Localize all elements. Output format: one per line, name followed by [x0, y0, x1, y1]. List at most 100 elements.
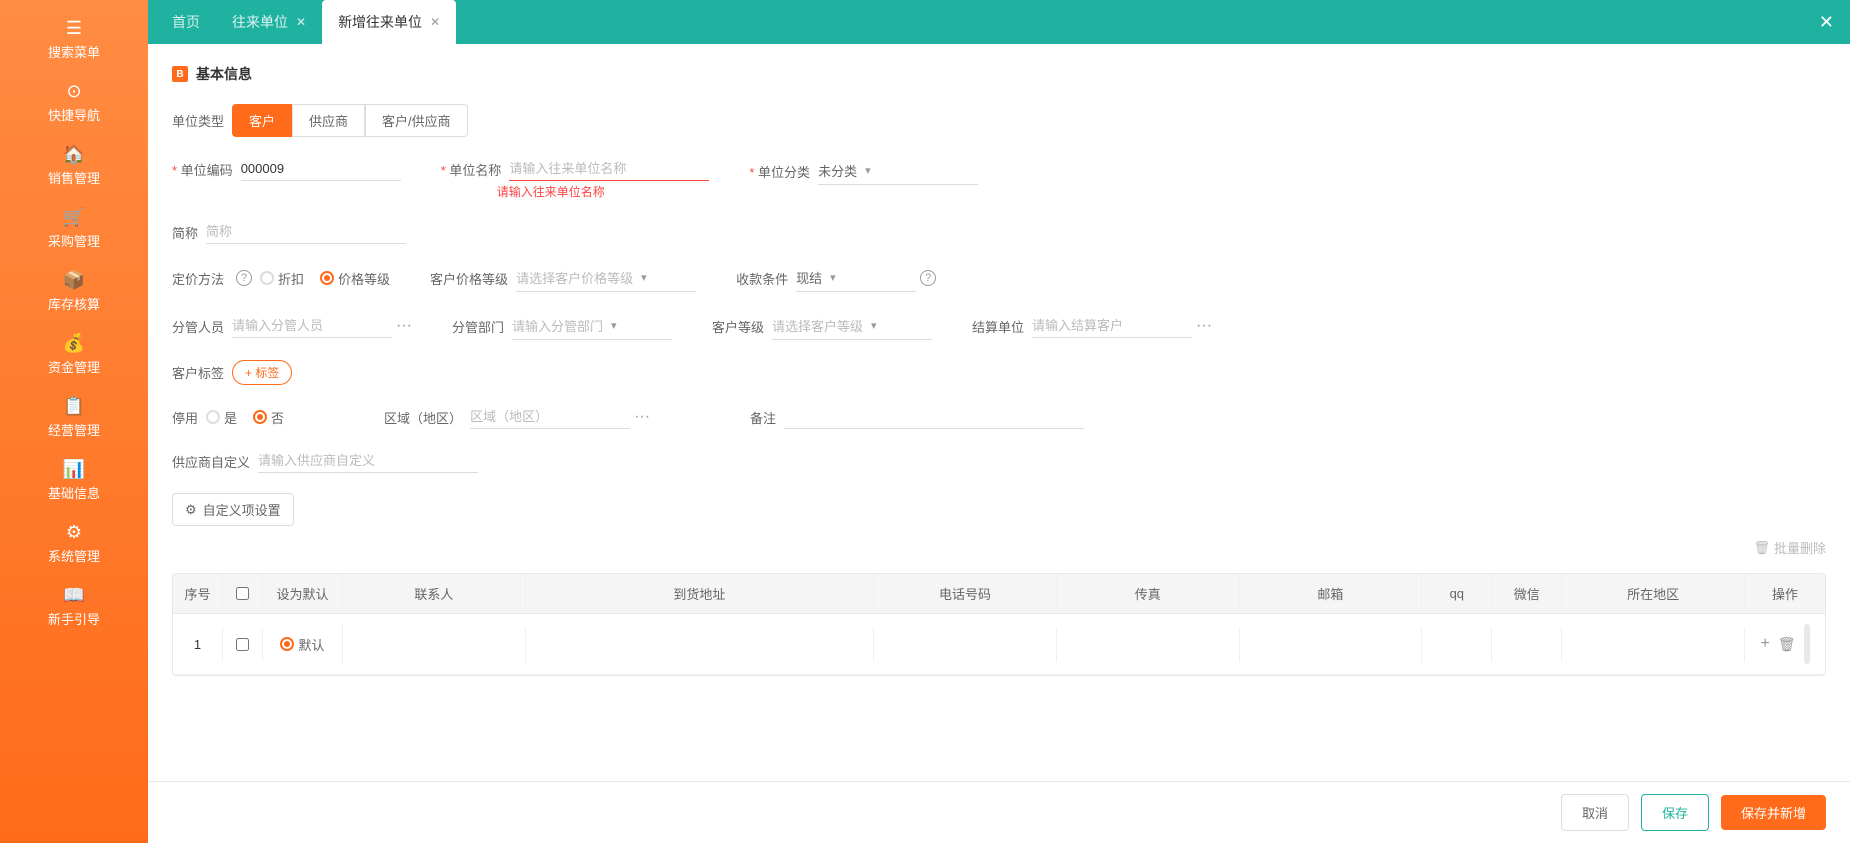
region-group: 区域（地区） ··· [384, 405, 650, 429]
save-button[interactable]: 保存 [1641, 794, 1709, 831]
region-input[interactable] [470, 405, 630, 429]
pricing-radio-level[interactable]: 价格等级 [320, 269, 390, 288]
section-title-basic: B 基本信息 [172, 64, 1826, 84]
payment-terms-select[interactable]: 现结 ▾ [796, 264, 916, 292]
table-row: 1 默认 [173, 614, 1825, 675]
settlement-input[interactable] [1032, 314, 1192, 338]
payment-help-icon[interactable]: ? [920, 270, 936, 286]
tab-home[interactable]: 首页 [156, 0, 216, 44]
short-name-input[interactable] [206, 220, 406, 244]
contacts-table: 序号 设为默认 联系人 到货地址 电话号码 传真 邮箱 qq 微信 所在地区 操… [172, 573, 1826, 676]
row-add-button[interactable]: + [1760, 635, 1769, 653]
col-qq: qq [1422, 574, 1492, 613]
disabled-no[interactable]: 否 [253, 408, 284, 427]
pricing-level-label: 价格等级 [338, 269, 390, 288]
row-qq-input[interactable] [1430, 637, 1483, 652]
remarks-group: 备注 [750, 405, 1084, 429]
tag-row: 客户标签 + 标签 [172, 360, 1826, 385]
add-tag-button[interactable]: + 标签 [232, 360, 292, 385]
unit-btn-supplier[interactable]: 供应商 [292, 104, 365, 137]
sidebar-item-search[interactable]: ☰ 搜索菜单 [0, 8, 148, 71]
unit-code-input[interactable] [241, 157, 401, 181]
sidebar-item-label: 快捷导航 [48, 105, 100, 124]
row-addr-input[interactable] [534, 637, 865, 652]
sidebar-item-operations[interactable]: 📋 经营管理 [0, 386, 148, 449]
customer-price-level-chevron: ▾ [641, 271, 647, 284]
row-select-checkbox[interactable] [236, 638, 249, 651]
unit-name-group: 单位名称 请输入往来单位名称 [441, 157, 710, 200]
batch-delete-container: 🗑 批量删除 [172, 538, 1826, 557]
custom-settings-button[interactable]: ⚙ 自定义项设置 [172, 493, 294, 526]
row-phone-input[interactable] [882, 637, 1048, 652]
sidebar-item-system[interactable]: ⚙ 系统管理 [0, 512, 148, 575]
unit-type-row: 单位类型 客户 供应商 客户/供应商 [172, 104, 1826, 137]
supplier-custom-input[interactable] [258, 449, 478, 473]
sidebar-item-basic-info[interactable]: 📊 基础信息 [0, 449, 148, 512]
disabled-yes[interactable]: 是 [206, 408, 237, 427]
unit-btn-customer[interactable]: 客户 [232, 104, 292, 137]
add-tag-label: + 标签 [245, 364, 279, 381]
section-title-label: 基本信息 [196, 64, 252, 84]
sidebar-item-quick-nav[interactable]: ⊙ 快捷导航 [0, 71, 148, 134]
batch-delete-label[interactable]: 批量删除 [1774, 538, 1826, 557]
manager-more[interactable]: ··· [396, 317, 412, 335]
row-email-input[interactable] [1248, 637, 1414, 652]
sidebar-item-purchase[interactable]: 🛒 采购管理 [0, 197, 148, 260]
unit-btn-both[interactable]: 客户/供应商 [365, 104, 468, 137]
sidebar-item-label: 新手引导 [48, 609, 100, 628]
row-wechat-input[interactable] [1500, 637, 1553, 652]
tab-new-partner[interactable]: 新增往来单位 ✕ [322, 0, 456, 44]
select-all-checkbox[interactable] [236, 587, 249, 600]
manager-row: 分管人员 ··· 分管部门 请输入分管部门 ▾ 客户等级 请选择客户等级 ▾ 结… [172, 312, 1826, 340]
pricing-discount-label: 折扣 [278, 269, 304, 288]
row-fax-input[interactable] [1065, 637, 1231, 652]
unit-category-select[interactable]: 未分类 ▾ [818, 157, 978, 185]
customer-price-level-select[interactable]: 请选择客户价格等级 ▾ [516, 264, 696, 292]
inventory-icon: 📦 [63, 270, 85, 291]
payment-terms-value: 现结 [796, 268, 822, 287]
row-delete-button[interactable]: 🗑 [1778, 636, 1796, 653]
settlement-more[interactable]: ··· [1196, 317, 1212, 335]
unit-category-value: 未分类 [818, 161, 857, 180]
sidebar-item-sales[interactable]: 🏠 销售管理 [0, 134, 148, 197]
unit-name-input[interactable] [509, 157, 709, 181]
tab-partners-close[interactable]: ✕ [296, 15, 306, 29]
sidebar: ☰ 搜索菜单 ⊙ 快捷导航 🏠 销售管理 🛒 采购管理 📦 库存核算 💰 资金管… [0, 0, 148, 843]
table-header: 序号 设为默认 联系人 到货地址 电话号码 传真 邮箱 qq 微信 所在地区 操… [173, 574, 1825, 614]
remarks-input[interactable] [784, 405, 1084, 429]
tab-partners[interactable]: 往来单位 ✕ [216, 0, 322, 44]
unit-name-error: 请输入往来单位名称 [497, 183, 605, 200]
tab-bar: 首页 往来单位 ✕ 新增往来单位 ✕ ✕ [148, 0, 1850, 44]
region-more[interactable]: ··· [634, 408, 650, 426]
guide-icon: 📖 [63, 585, 85, 606]
section-icon: B [172, 66, 188, 82]
supplier-custom-group: 供应商自定义 [172, 449, 478, 473]
pricing-radio-discount[interactable]: 折扣 [260, 269, 304, 288]
row-seq: 1 [173, 627, 223, 662]
row-contact-input[interactable] [351, 637, 517, 652]
row-email [1240, 627, 1423, 662]
system-icon: ⚙ [66, 522, 82, 543]
row-region-input[interactable] [1570, 637, 1736, 652]
customer-price-level-label: 客户价格等级 [430, 269, 508, 288]
manager-input[interactable] [232, 314, 392, 338]
sidebar-item-inventory[interactable]: 📦 库存核算 [0, 260, 148, 323]
pricing-help-icon[interactable]: ? [236, 270, 252, 286]
tab-new-partner-close[interactable]: ✕ [430, 15, 440, 29]
manager-label: 分管人员 [172, 317, 224, 336]
sidebar-item-finance[interactable]: 💰 资金管理 [0, 323, 148, 386]
sidebar-item-guide[interactable]: 📖 新手引导 [0, 575, 148, 638]
unit-type-buttons: 客户 供应商 客户/供应商 [232, 104, 468, 137]
unit-category-group: 单位分类 未分类 ▾ [749, 157, 978, 185]
window-close-button[interactable]: ✕ [1811, 12, 1842, 33]
disabled-radio-group: 是 否 [206, 408, 284, 427]
col-addr: 到货地址 [526, 574, 874, 613]
customer-level-select[interactable]: 请选择客户等级 ▾ [772, 312, 932, 340]
cancel-button[interactable]: 取消 [1561, 794, 1629, 831]
save-and-new-button[interactable]: 保存并新增 [1721, 795, 1826, 830]
row-default-radio[interactable]: 默认 [280, 635, 324, 654]
department-select[interactable]: 请输入分管部门 ▾ [512, 312, 672, 340]
row-fax [1057, 627, 1240, 662]
supplier-custom-label: 供应商自定义 [172, 452, 250, 471]
tag-label: 客户标签 [172, 363, 224, 382]
